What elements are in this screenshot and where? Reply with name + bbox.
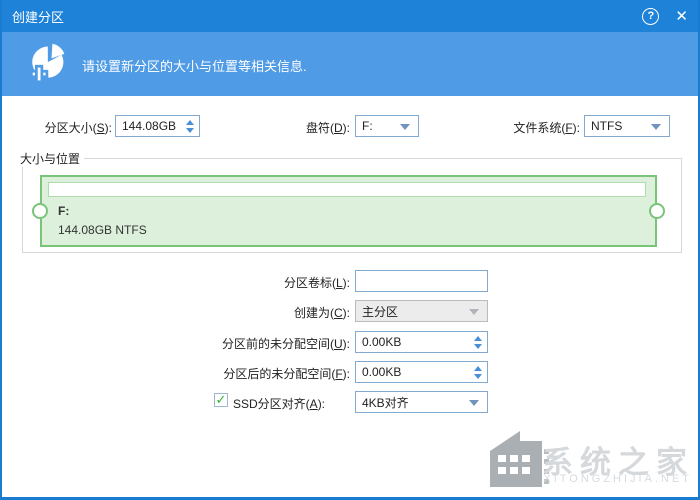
help-icon[interactable]: ? [642, 8, 659, 25]
partition-size-label: 分区大小(S): [22, 119, 112, 136]
drive-letter-label: 盘符(D): [242, 119, 350, 136]
chevron-down-icon [469, 400, 479, 406]
chevron-down-icon [469, 309, 479, 315]
ssd-align-checkbox[interactable]: ✓ [214, 393, 228, 407]
ssd-align-select[interactable]: 4KB对齐 [355, 391, 488, 413]
watermark-brand: 系统之家 [542, 437, 694, 482]
titlebar-buttons: ? ✕ [642, 8, 688, 25]
create-as-label: 创建为(C): [102, 304, 350, 321]
filesystem-select[interactable]: NTFS [584, 115, 670, 137]
partition-used-strip [48, 182, 646, 197]
chevron-down-icon [400, 124, 410, 130]
spin-up-icon[interactable] [186, 120, 194, 125]
partition-bar[interactable]: F: 144.08GB NTFS [40, 175, 657, 247]
xitongzhijia-logo [484, 427, 552, 493]
space-after-label: 分区后的未分配空间(F): [102, 365, 350, 382]
header-message: 请设置新分区的大小与位置等相关信息. [82, 56, 307, 75]
volume-label-label: 分区卷标(L): [102, 274, 350, 291]
space-before-input[interactable]: 0.00KB [355, 331, 488, 353]
partition-info: 144.08GB NTFS [58, 223, 147, 237]
space-after-spinner [474, 366, 482, 379]
resize-handle-left[interactable] [32, 203, 48, 219]
spin-down-icon[interactable] [474, 344, 482, 349]
partition-name: F: [58, 204, 69, 218]
spin-down-icon[interactable] [474, 374, 482, 379]
chevron-down-icon [651, 124, 661, 130]
window-title: 创建分区 [12, 7, 64, 26]
spin-up-icon[interactable] [474, 366, 482, 371]
create-partition-dialog: 创建分区 ? ✕ 请设置新分区的大小与位置等相关信息. 分区大小(S): [0, 0, 700, 500]
drive-letter-select[interactable]: F: [355, 115, 419, 137]
content-area: 分区大小(S): 144.08GB 盘符(D): F: 文件系统(F): NTF… [2, 96, 698, 497]
dialog-body: 创建分区 ? ✕ 请设置新分区的大小与位置等相关信息. 分区大小(S): [2, 0, 698, 497]
space-before-label: 分区前的未分配空间(U): [102, 335, 350, 352]
space-after-input[interactable]: 0.00KB [355, 361, 488, 383]
watermark-site: XITONGZHIJIA.NET [543, 473, 692, 485]
resize-handle-right[interactable] [649, 203, 665, 219]
spin-up-icon[interactable] [474, 336, 482, 341]
partition-size-input[interactable]: 144.08GB [115, 115, 200, 137]
partition-size-spinner [186, 120, 194, 133]
titlebar: 创建分区 ? ✕ [2, 0, 698, 32]
watermark: 系统之家 XITONGZHIJIA.NET [488, 435, 698, 497]
partition-pie-icon [24, 41, 68, 85]
ssd-align-label: SSD分区对齐(A): [233, 395, 325, 412]
volume-label-input[interactable] [355, 270, 488, 292]
filesystem-label: 文件系统(F): [472, 119, 580, 136]
close-icon[interactable]: ✕ [675, 9, 688, 24]
space-before-spinner [474, 336, 482, 349]
spin-down-icon[interactable] [186, 128, 194, 133]
header-banner: 请设置新分区的大小与位置等相关信息. [2, 32, 698, 96]
create-as-select: 主分区 [355, 300, 488, 322]
size-position-legend: 大小与位置 [16, 150, 84, 167]
